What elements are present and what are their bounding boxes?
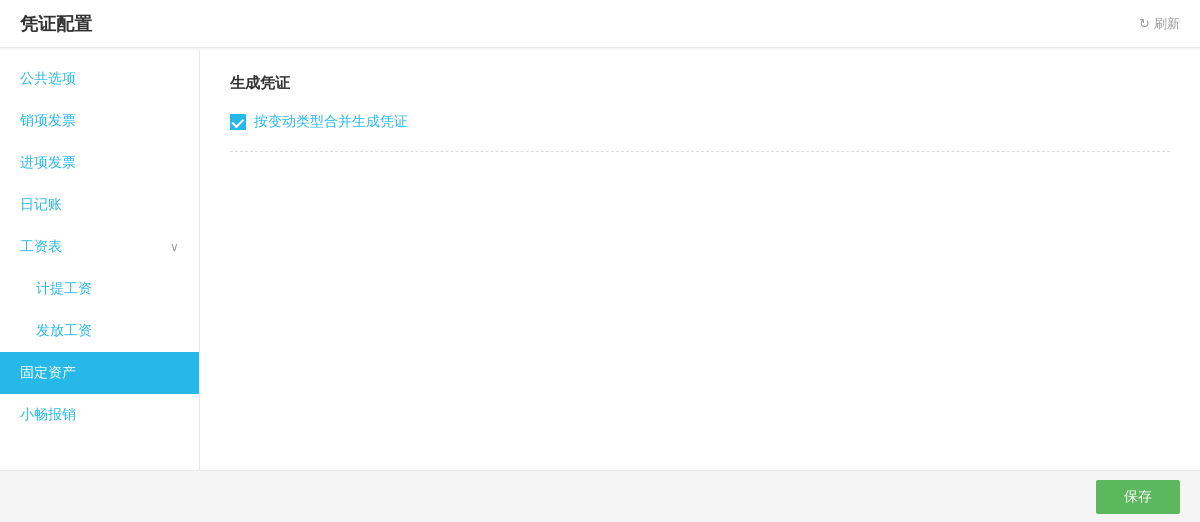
page-wrapper: 凭证配置 ↻ 刷新 公共选项 销项发票 进项发票 日记账 工资表 ∨ [0, 0, 1200, 522]
sidebar-item-label: 进项发票 [20, 154, 76, 172]
sidebar-item-journal[interactable]: 日记账 [0, 184, 199, 226]
sidebar-item-expense-report[interactable]: 小畅报销 [0, 394, 199, 436]
sidebar-item-fixed-assets[interactable]: 固定资产 [0, 352, 199, 394]
sidebar-item-accrual-payroll[interactable]: 计提工资 [0, 268, 199, 310]
sidebar-item-purchase-invoice[interactable]: 进项发票 [0, 142, 199, 184]
sidebar-item-label: 公共选项 [20, 70, 76, 88]
section-divider [230, 151, 1170, 152]
sidebar-item-label: 销项发票 [20, 112, 76, 130]
merge-checkbox[interactable] [230, 114, 246, 130]
section-title: 生成凭证 [230, 74, 1170, 93]
sidebar: 公共选项 销项发票 进项发票 日记账 工资表 ∨ 计提工资 发放工资 [0, 50, 200, 470]
save-button[interactable]: 保存 [1096, 480, 1180, 514]
sidebar-item-payroll-table[interactable]: 工资表 ∨ [0, 226, 199, 268]
option-row: 按变动类型合并生成凭证 [230, 113, 1170, 131]
page-title: 凭证配置 [20, 12, 92, 36]
chevron-down-icon: ∨ [170, 240, 179, 254]
merge-checkbox-label: 按变动类型合并生成凭证 [254, 113, 408, 131]
content-area: 生成凭证 按变动类型合并生成凭证 [200, 50, 1200, 470]
main-layout: 公共选项 销项发票 进项发票 日记账 工资表 ∨ 计提工资 发放工资 [0, 50, 1200, 470]
sidebar-item-label: 小畅报销 [20, 406, 76, 424]
sidebar-item-label: 工资表 [20, 238, 62, 256]
sidebar-item-pay-payroll[interactable]: 发放工资 [0, 310, 199, 352]
refresh-icon: ↻ [1139, 16, 1150, 31]
sidebar-item-label: 发放工资 [36, 322, 92, 340]
refresh-label: 刷新 [1154, 15, 1180, 33]
sidebar-item-label: 日记账 [20, 196, 62, 214]
refresh-button[interactable]: ↻ 刷新 [1139, 15, 1180, 33]
sidebar-item-public-options[interactable]: 公共选项 [0, 58, 199, 100]
page-header: 凭证配置 ↻ 刷新 [0, 0, 1200, 48]
sidebar-item-sales-invoice[interactable]: 销项发票 [0, 100, 199, 142]
sidebar-item-label: 计提工资 [36, 280, 92, 298]
sidebar-item-label: 固定资产 [20, 364, 76, 382]
page-footer: 保存 [0, 470, 1200, 522]
